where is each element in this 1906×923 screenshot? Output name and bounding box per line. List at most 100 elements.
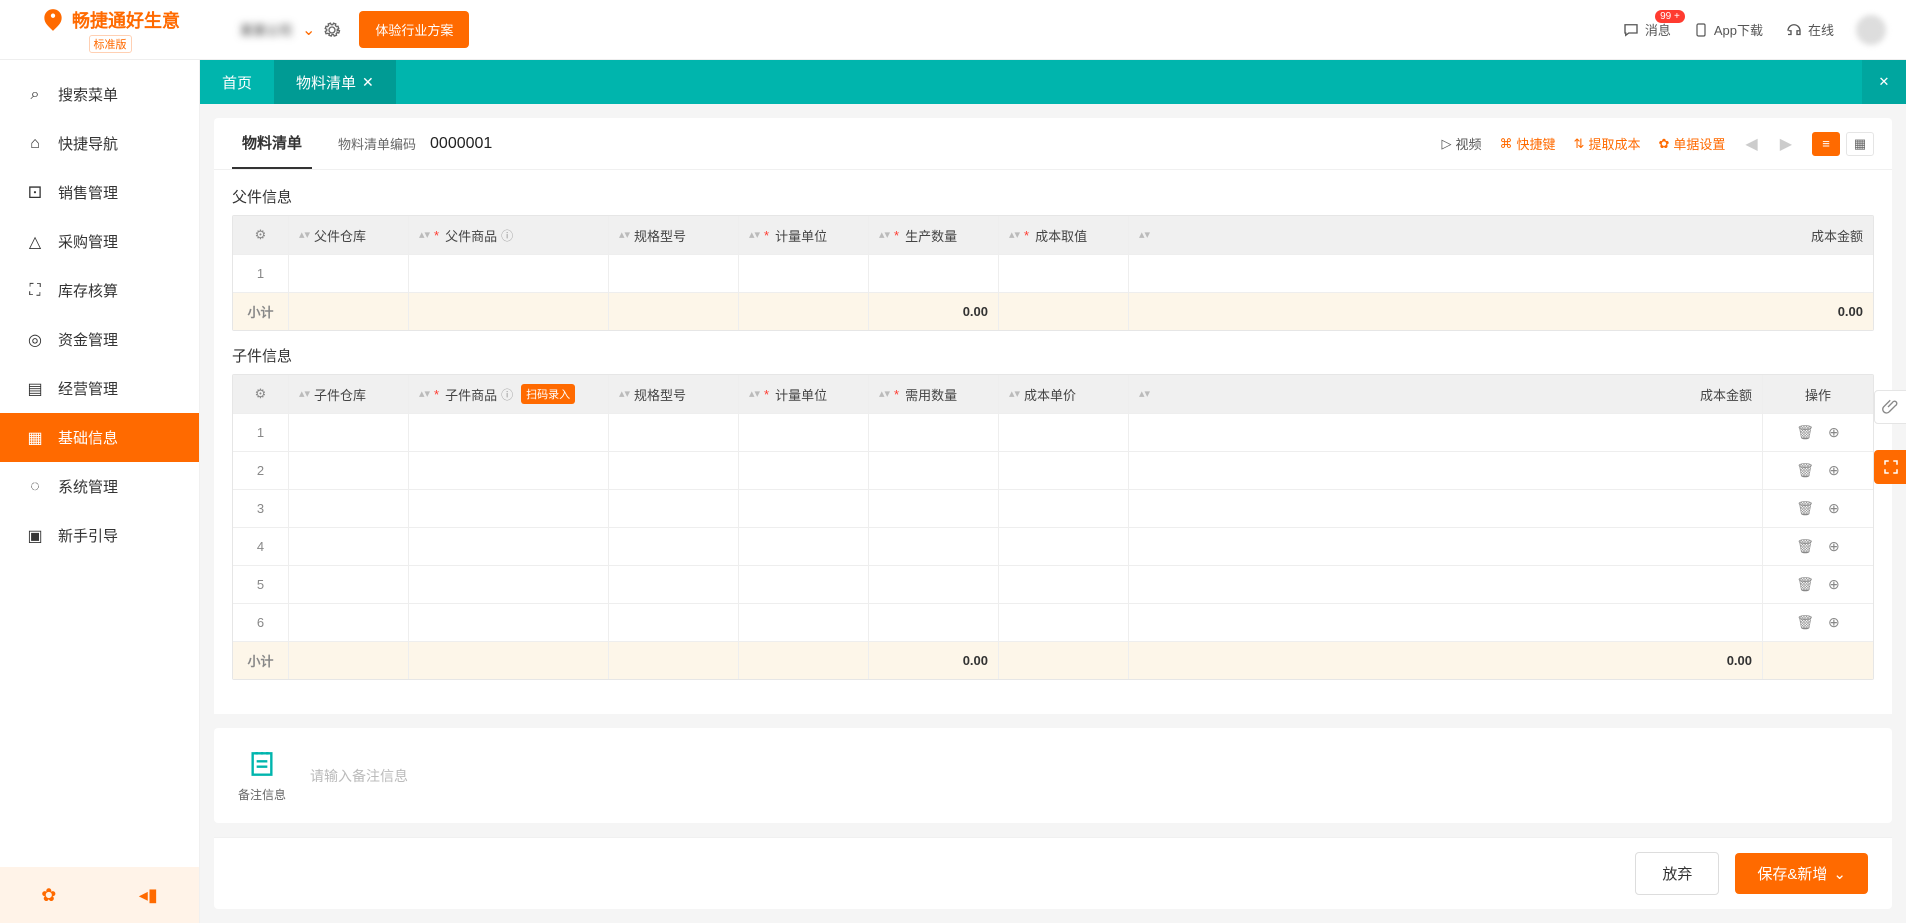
message-icon (1622, 21, 1640, 39)
tabbar-close-all[interactable]: ✕ (1862, 60, 1906, 104)
view-grid-button[interactable]: ▦ (1846, 132, 1874, 156)
col-parent-qty[interactable]: ▴▾*生产数量 (869, 216, 999, 254)
help-icon[interactable]: ⓘ (501, 227, 513, 244)
nav-label: 新手引导 (58, 525, 118, 546)
add-row-icon[interactable]: ⊕ (1828, 462, 1840, 479)
extract-cost-link[interactable]: ⇅提取成本 (1574, 134, 1641, 153)
col-parent-costtype[interactable]: ▴▾*成本取值 (999, 216, 1129, 254)
col-parent-product[interactable]: ▴▾*父件商品ⓘ (409, 216, 609, 254)
app-download-button[interactable]: App下载 (1693, 20, 1763, 39)
prev-doc-icon[interactable]: ◀ (1743, 134, 1759, 154)
gear-column[interactable]: ⚙ (233, 375, 289, 413)
save-add-label: 保存&新增 (1757, 863, 1827, 884)
discard-button[interactable]: 放弃 (1635, 852, 1719, 895)
col-child-spec[interactable]: ▴▾规格型号 (609, 375, 739, 413)
nav-label: 经营管理 (58, 378, 118, 399)
col-child-product[interactable]: ▴▾*子件商品ⓘ扫码录入 (409, 375, 609, 413)
child-row[interactable]: 5 🗑⊕ (233, 565, 1873, 603)
nav-label: 采购管理 (58, 231, 118, 252)
delete-icon[interactable]: 🗑 (1796, 614, 1814, 631)
delete-icon[interactable]: 🗑 (1796, 538, 1814, 555)
help-icon[interactable]: ⓘ (501, 386, 513, 403)
shortcut-link[interactable]: ⌘快捷键 (1500, 134, 1556, 153)
row-index: 4 (233, 528, 289, 565)
content-panel: 父件信息 ⚙ ▴▾父件仓库 ▴▾*父件商品ⓘ ▴▾规格型号 ▴▾*计量单位 ▴▾… (214, 170, 1892, 714)
add-row-icon[interactable]: ⊕ (1828, 538, 1840, 555)
gear-column[interactable]: ⚙ (233, 216, 289, 254)
nav-purchase[interactable]: △采购管理 (0, 217, 199, 266)
next-doc-icon[interactable]: ▶ (1778, 134, 1794, 154)
sort-icon: ▴▾ (619, 391, 630, 397)
avatar[interactable] (1856, 15, 1886, 45)
close-icon[interactable]: ✕ (362, 74, 374, 91)
nav-system[interactable]: ◌系统管理 (0, 462, 199, 511)
add-row-icon[interactable]: ⊕ (1828, 424, 1840, 441)
remark-box: 备注信息 (214, 728, 1892, 823)
child-table: ⚙ ▴▾子件仓库 ▴▾*子件商品ⓘ扫码录入 ▴▾规格型号 ▴▾*计量单位 ▴▾*… (232, 374, 1874, 680)
app-download-label: App下载 (1714, 20, 1763, 39)
col-parent-spec[interactable]: ▴▾规格型号 (609, 216, 739, 254)
col-parent-unit[interactable]: ▴▾*计量单位 (739, 216, 869, 254)
nav-sales[interactable]: ⚀销售管理 (0, 168, 199, 217)
nav-label: 快捷导航 (58, 133, 118, 154)
fullscreen-icon[interactable] (1874, 450, 1906, 484)
remark-input[interactable] (310, 768, 1868, 784)
col-child-qty[interactable]: ▴▾*需用数量 (869, 375, 999, 413)
tab-bom[interactable]: 物料清单 ✕ (274, 60, 396, 104)
experience-button[interactable]: 体验行业方案 (359, 11, 469, 48)
nav-stock[interactable]: ⛶库存核算 (0, 266, 199, 315)
tab-home[interactable]: 首页 (200, 60, 274, 104)
scan-badge[interactable]: 扫码录入 (521, 384, 575, 404)
view-list-button[interactable]: ≡ (1812, 132, 1840, 156)
nav-guide[interactable]: ▣新手引导 (0, 511, 199, 560)
add-row-icon[interactable]: ⊕ (1828, 500, 1840, 517)
col-child-amount[interactable]: ▴▾成本金额 (1129, 375, 1763, 413)
headset-icon (1785, 21, 1803, 39)
tabbar: 首页 物料清单 ✕ ✕ (200, 60, 1906, 104)
col-parent-warehouse[interactable]: ▴▾父件仓库 (289, 216, 409, 254)
delete-icon[interactable]: 🗑 (1796, 424, 1814, 441)
child-row[interactable]: 4 🗑 ⊕ (233, 527, 1873, 565)
org-selector[interactable]: 某某公司 ⌄ (240, 20, 315, 40)
col-parent-amount[interactable]: ▴▾成本金额 (1129, 216, 1873, 254)
add-row-icon[interactable]: ⊕ (1828, 576, 1840, 593)
collapse-icon[interactable]: ◂▮ (139, 885, 158, 906)
settings-icon[interactable]: ✿ (41, 885, 56, 906)
toolbar: 物料清单 物料清单编码 0000001 ▷视频 ⌘快捷键 ⇅提取成本 ✿单据设置… (214, 118, 1892, 170)
parent-row[interactable]: 1 (233, 254, 1873, 292)
add-row-icon[interactable]: ⊕ (1828, 614, 1840, 631)
tab-label: 首页 (222, 72, 252, 93)
toolbar-tab[interactable]: 物料清单 (232, 118, 312, 169)
parent-subtotal: 小计 0.00 0.00 (233, 292, 1873, 330)
view-toggle: ≡ ▦ (1812, 132, 1874, 156)
col-child-warehouse[interactable]: ▴▾子件仓库 (289, 375, 409, 413)
col-child-unitcost[interactable]: ▴▾成本单价 (999, 375, 1129, 413)
delete-icon[interactable]: 🗑 (1796, 576, 1814, 593)
nav-search[interactable]: ⌕搜索菜单 (0, 70, 199, 119)
delete-icon[interactable]: 🗑 (1796, 500, 1814, 517)
attachment-icon[interactable] (1874, 390, 1906, 424)
child-subtotal: 小计 0.00 0.00 (233, 641, 1873, 679)
logo-area: 畅捷通好生意 标准版 (20, 7, 200, 53)
nav-label: 销售管理 (58, 182, 118, 203)
setting-icon: ✿ (1658, 136, 1669, 152)
messages-button[interactable]: 消息 99 + (1622, 20, 1671, 39)
child-row[interactable]: 6 🗑⊕ (233, 603, 1873, 641)
doc-setting-link[interactable]: ✿单据设置 (1658, 134, 1725, 153)
child-row[interactable]: 3 🗑⊕ (233, 489, 1873, 527)
doc-icon: ▤ (26, 379, 44, 399)
nav-quicknav[interactable]: ⌂快捷导航 (0, 119, 199, 168)
delete-icon[interactable]: 🗑 (1796, 462, 1814, 479)
sort-icon: ▴▾ (419, 232, 430, 238)
nav-business[interactable]: ▤ 经营管理 (0, 364, 199, 413)
nav-fund[interactable]: ◎资金管理 (0, 315, 199, 364)
video-link[interactable]: ▷视频 (1442, 134, 1482, 153)
child-table-header: ⚙ ▴▾子件仓库 ▴▾*子件商品ⓘ扫码录入 ▴▾规格型号 ▴▾*计量单位 ▴▾*… (233, 375, 1873, 413)
save-add-button[interactable]: 保存&新增 ⌄ (1735, 853, 1868, 894)
child-row[interactable]: 1 🗑⊕ (233, 413, 1873, 451)
col-child-unit[interactable]: ▴▾*计量单位 (739, 375, 869, 413)
online-support-button[interactable]: 在线 (1785, 20, 1834, 39)
child-row[interactable]: 2 🗑⊕ (233, 451, 1873, 489)
nav-basicinfo[interactable]: ▦基础信息 (0, 413, 199, 462)
gear-icon[interactable] (323, 21, 341, 39)
